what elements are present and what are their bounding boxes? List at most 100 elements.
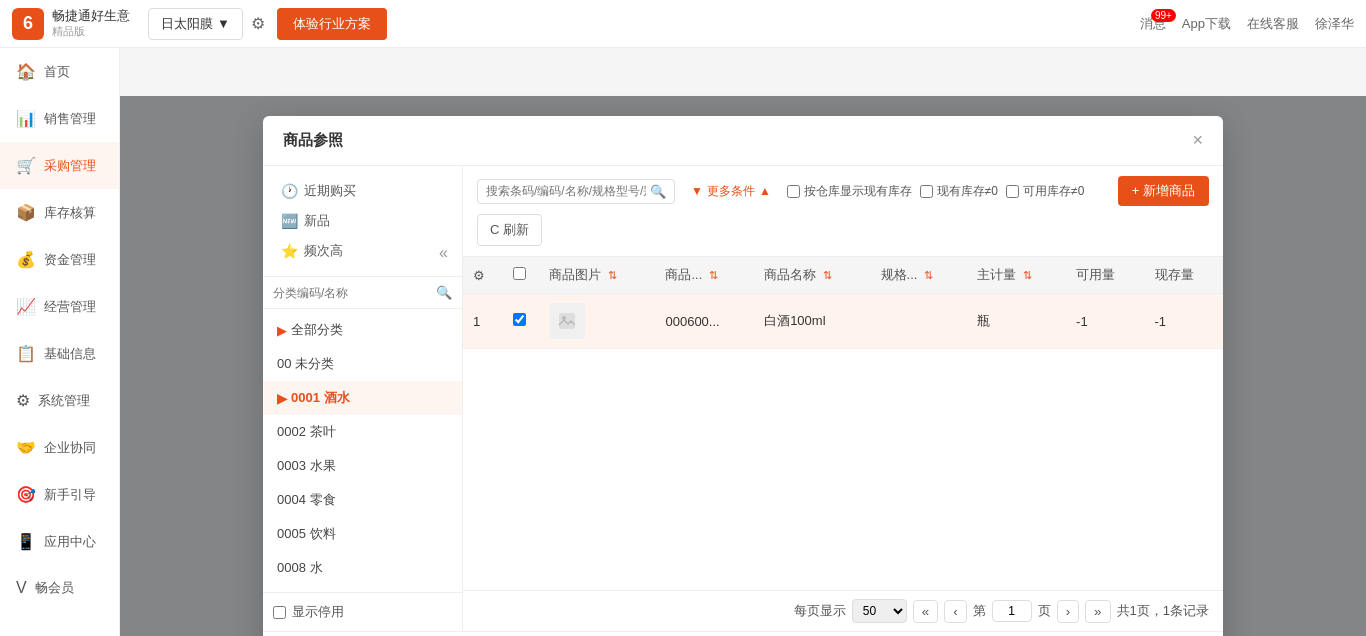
page-label: 第 bbox=[973, 602, 986, 620]
sidebar-item-basics[interactable]: 📋 基础信息 bbox=[0, 330, 119, 377]
left-panel-collapse-button[interactable]: « bbox=[435, 240, 452, 266]
last-page-button[interactable]: » bbox=[1085, 600, 1110, 623]
right-panel: 🔍 ▼ 更多条件 ▲ 按仓库显示现有库存 现有库存≠0 bbox=[463, 166, 1223, 631]
brand-sub: 精品版 bbox=[52, 24, 130, 39]
sort-icon: ⇅ bbox=[608, 269, 617, 281]
recent-icon: 🕐 bbox=[281, 183, 298, 199]
left-panel: 🕐 近期购买 🆕 新品 ⭐ 频次高 bbox=[263, 166, 463, 631]
left-panel-bottom: 显示停用 bbox=[263, 592, 462, 631]
cell-available: -1 bbox=[1066, 294, 1144, 349]
col-spec[interactable]: 规格... ⇅ bbox=[871, 257, 967, 294]
dialog-footer: ❓ 🛒 连续选择的商品 0 ▲ 取消 确定 bbox=[263, 631, 1223, 636]
page-input[interactable] bbox=[992, 600, 1032, 622]
per-page-select[interactable]: 50 10 20 100 bbox=[852, 599, 907, 623]
sort-icon: ⇅ bbox=[823, 269, 832, 281]
next-page-button[interactable]: › bbox=[1057, 600, 1079, 623]
sidebar-item-label: 首页 bbox=[44, 63, 70, 81]
col-stock: 现存量 bbox=[1145, 257, 1223, 294]
product-table-container: ⚙ 商品图片 ⇅ 商品... ⇅ 商品名称 ⇅ bbox=[463, 257, 1223, 590]
current-stock-checkbox-group[interactable]: 现有库存≠0 bbox=[920, 183, 998, 200]
category-all[interactable]: ▶ 全部分类 bbox=[263, 313, 462, 347]
col-unit[interactable]: 主计量 ⇅ bbox=[967, 257, 1066, 294]
message-button[interactable]: 消息 99+ bbox=[1140, 15, 1166, 33]
show-disabled-checkbox[interactable] bbox=[273, 606, 286, 619]
dialog-close-button[interactable]: × bbox=[1192, 130, 1203, 151]
col-available: 可用量 bbox=[1066, 257, 1144, 294]
arrow-icon: ▶ bbox=[277, 323, 287, 338]
basics-icon: 📋 bbox=[16, 344, 36, 363]
page-suffix: 页 bbox=[1038, 602, 1051, 620]
product-search-input[interactable] bbox=[486, 184, 646, 198]
category-fruit[interactable]: 0003 水果 bbox=[263, 449, 462, 483]
app-download-button[interactable]: App下载 bbox=[1182, 15, 1231, 33]
logo-icon: 6 bbox=[12, 8, 44, 40]
sidebar-item-operations[interactable]: 📈 经营管理 bbox=[0, 283, 119, 330]
quick-frequent[interactable]: ⭐ 频次高 bbox=[273, 236, 364, 266]
experience-button[interactable]: 体验行业方案 bbox=[277, 8, 387, 40]
dialog-body: 🕐 近期购买 🆕 新品 ⭐ 频次高 bbox=[263, 166, 1223, 631]
warehouse-stock-checkbox[interactable] bbox=[787, 185, 800, 198]
online-service-button[interactable]: 在线客服 bbox=[1247, 15, 1299, 33]
category-search: 🔍 bbox=[263, 277, 462, 309]
sidebar-item-finance[interactable]: 💰 资金管理 bbox=[0, 236, 119, 283]
add-product-button[interactable]: + 新增商品 bbox=[1118, 176, 1209, 206]
sort-icon: ⇅ bbox=[924, 269, 933, 281]
search-icon[interactable]: 🔍 bbox=[650, 184, 666, 199]
current-stock-checkbox[interactable] bbox=[920, 185, 933, 198]
sidebar-item-sales[interactable]: 📊 销售管理 bbox=[0, 95, 119, 142]
category-uncategorized[interactable]: 00 未分类 bbox=[263, 347, 462, 381]
sidebar-item-enterprise[interactable]: 🤝 企业协同 bbox=[0, 424, 119, 471]
sidebar-item-member[interactable]: V 畅会员 bbox=[0, 565, 119, 611]
star-icon: ⭐ bbox=[281, 243, 298, 259]
category-tea[interactable]: 0002 茶叶 bbox=[263, 415, 462, 449]
cell-unit: 瓶 bbox=[967, 294, 1066, 349]
sidebar-item-home[interactable]: 🏠 首页 bbox=[0, 48, 119, 95]
sidebar-item-guide[interactable]: 🎯 新手引导 bbox=[0, 471, 119, 518]
col-code[interactable]: 商品... ⇅ bbox=[655, 257, 754, 294]
sidebar-item-label: 应用中心 bbox=[44, 533, 96, 551]
col-name[interactable]: 商品名称 ⇅ bbox=[754, 257, 870, 294]
category-beverage[interactable]: 0005 饮料 bbox=[263, 517, 462, 551]
quick-recent-purchase[interactable]: 🕐 近期购买 bbox=[273, 176, 364, 206]
category-appliance[interactable]: 0010 家电 bbox=[263, 585, 462, 592]
col-checkbox[interactable] bbox=[503, 257, 539, 294]
sidebar-item-purchase[interactable]: 🛒 采购管理 bbox=[0, 142, 119, 189]
category-search-input[interactable] bbox=[273, 286, 430, 300]
warehouse-stock-checkbox-group[interactable]: 按仓库显示现有库存 bbox=[787, 183, 912, 200]
sidebar-item-apps[interactable]: 📱 应用中心 bbox=[0, 518, 119, 565]
gear-icon[interactable]: ⚙ bbox=[251, 14, 265, 33]
sidebar-item-system[interactable]: ⚙ 系统管理 bbox=[0, 377, 119, 424]
category-snack[interactable]: 0004 零食 bbox=[263, 483, 462, 517]
sales-icon: 📊 bbox=[16, 109, 36, 128]
product-thumbnail bbox=[549, 303, 585, 339]
dialog-header: 商品参照 × bbox=[263, 116, 1223, 166]
cell-no: 1 bbox=[463, 294, 503, 349]
category-liquor[interactable]: ▶ 0001 酒水 bbox=[263, 381, 462, 415]
search-box: 🔍 bbox=[477, 179, 675, 204]
show-disabled-label[interactable]: 显示停用 bbox=[273, 603, 344, 621]
row-checkbox[interactable] bbox=[513, 313, 526, 326]
more-filter-button[interactable]: ▼ 更多条件 ▲ bbox=[683, 179, 779, 204]
quick-new-product[interactable]: 🆕 新品 bbox=[273, 206, 364, 236]
nav-dropdown[interactable]: 日太阳膜 ▼ bbox=[148, 8, 243, 40]
select-all-checkbox[interactable] bbox=[513, 267, 526, 280]
cell-checkbox[interactable] bbox=[503, 294, 539, 349]
category-list: ▶ 全部分类 00 未分类 ▶ 0001 酒水 0002 茶叶 0003 水果 bbox=[263, 309, 462, 592]
operations-icon: 📈 bbox=[16, 297, 36, 316]
brand-name: 畅捷通好生意 bbox=[52, 8, 130, 25]
user-avatar[interactable]: 徐泽华 bbox=[1315, 15, 1354, 33]
refresh-button[interactable]: C 刷新 bbox=[477, 214, 542, 246]
prev-page-button[interactable]: ‹ bbox=[944, 600, 966, 623]
category-water[interactable]: 0008 水 bbox=[263, 551, 462, 585]
table-row[interactable]: 1 bbox=[463, 294, 1223, 349]
quick-access: 🕐 近期购买 🆕 新品 ⭐ 频次高 bbox=[263, 166, 462, 277]
available-stock-checkbox[interactable] bbox=[1006, 185, 1019, 198]
available-stock-checkbox-group[interactable]: 可用库存≠0 bbox=[1006, 183, 1084, 200]
sidebar-item-inventory[interactable]: 📦 库存核算 bbox=[0, 189, 119, 236]
top-nav: 6 畅捷通好生意 精品版 日太阳膜 ▼ ⚙ 体验行业方案 消息 99+ App下… bbox=[0, 0, 1366, 48]
col-settings[interactable]: ⚙ bbox=[463, 257, 503, 294]
sort-icon: ⇅ bbox=[1023, 269, 1032, 281]
first-page-button[interactable]: « bbox=[913, 600, 938, 623]
pagination-bar: 每页显示 50 10 20 100 « ‹ 第 页 › » 共1页，1条记录 bbox=[463, 590, 1223, 631]
search-icon[interactable]: 🔍 bbox=[436, 285, 452, 300]
